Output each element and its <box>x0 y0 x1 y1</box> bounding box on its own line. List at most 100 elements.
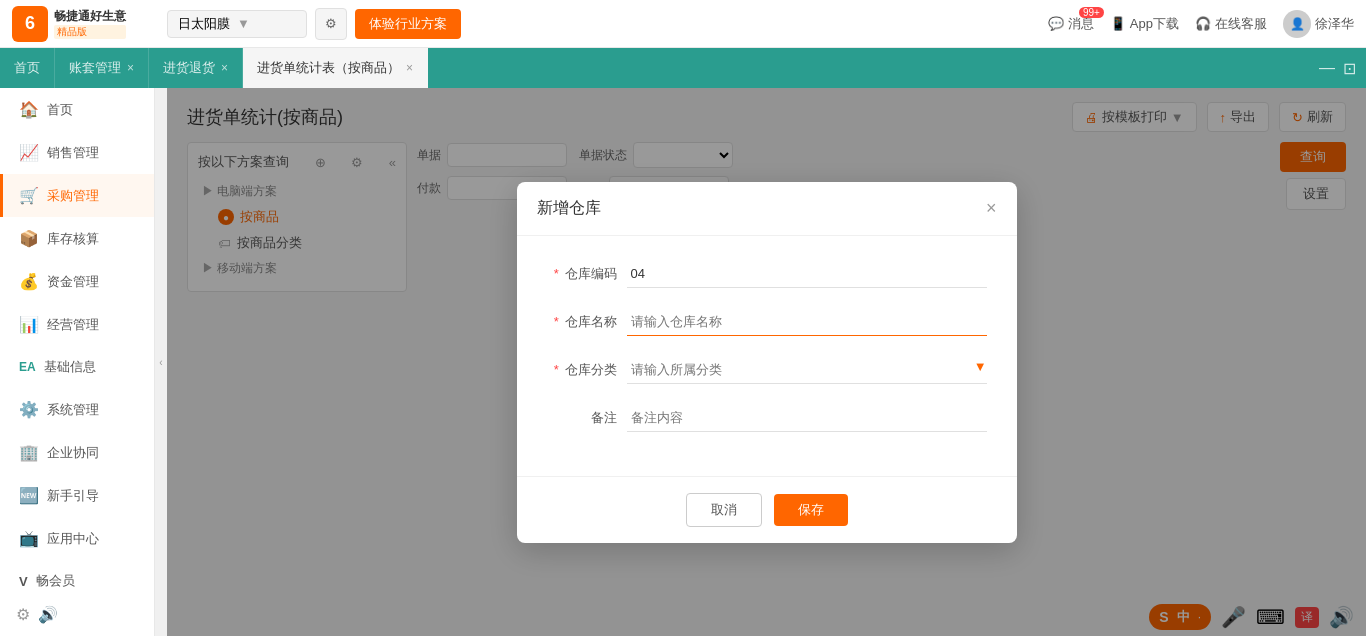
system-icon: ⚙️ <box>19 400 39 419</box>
modal-overlay[interactable]: 新增仓库 × * 仓库编码 * <box>167 88 1366 636</box>
tab-maximize-btn[interactable]: ⊡ <box>1343 59 1356 78</box>
tab-return[interactable]: 进货退货 × <box>149 48 243 88</box>
tab-return-label: 进货退货 <box>163 59 215 77</box>
type-select-row: ▼ <box>627 356 987 384</box>
required-mark-type: * <box>554 362 559 377</box>
main-layout: 🏠 首页 📈 销售管理 🛒 采购管理 📦 库存核算 💰 资金管理 📊 经营管理 … <box>0 88 1366 636</box>
type-label: * 仓库分类 <box>547 361 627 379</box>
online-service-item[interactable]: 🎧 在线客服 <box>1195 15 1267 33</box>
content-area: 进货单统计(按商品) 🖨 按模板打印 ▼ ↑ 导出 ↻ 刷新 <box>167 88 1366 636</box>
type-dropdown-arrow[interactable]: ▼ <box>974 359 987 374</box>
dialog-footer: 取消 保存 <box>517 476 1017 543</box>
stock-icon: 📦 <box>19 229 39 248</box>
code-label: * 仓库编码 <box>547 265 627 283</box>
tab-controls: — ⊡ <box>1309 48 1366 88</box>
sidebar-item-finance[interactable]: 💰 资金管理 <box>0 260 154 303</box>
sidebar-item-label: 销售管理 <box>47 144 99 162</box>
top-center: 日太阳膜 ▼ ⚙ 体验行业方案 <box>167 8 1048 40</box>
volume-icon[interactable]: 🔊 <box>38 605 58 624</box>
sidebar-item-label: 经营管理 <box>47 316 99 334</box>
sidebar-item-label: 系统管理 <box>47 401 99 419</box>
sidebar-item-label: 应用中心 <box>47 530 99 548</box>
name-input[interactable] <box>627 308 987 336</box>
dialog-header: 新增仓库 × <box>517 182 1017 236</box>
sales-icon: 📈 <box>19 143 39 162</box>
sidebar: 🏠 首页 📈 销售管理 🛒 采购管理 📦 库存核算 💰 资金管理 📊 经营管理 … <box>0 88 155 636</box>
sidebar-item-label: 采购管理 <box>47 187 99 205</box>
sidebar-item-home[interactable]: 🏠 首页 <box>0 88 154 131</box>
purchase-icon: 🛒 <box>19 186 39 205</box>
dialog-title: 新增仓库 <box>537 198 601 219</box>
store-dropdown-arrow: ▼ <box>237 16 296 31</box>
tab-stats-label: 进货单统计表（按商品） <box>257 59 400 77</box>
required-mark: * <box>554 266 559 281</box>
sidebar-item-label: 畅会员 <box>36 572 75 590</box>
gear-button[interactable]: ⚙ <box>315 8 347 40</box>
tab-account-label: 账套管理 <box>69 59 121 77</box>
tab-stats[interactable]: 进货单统计表（按商品） × <box>243 48 428 88</box>
message-badge: 99+ <box>1079 7 1104 18</box>
sidebar-item-stock[interactable]: 📦 库存核算 <box>0 217 154 260</box>
settings-bottom-icon[interactable]: ⚙ <box>16 605 30 624</box>
sidebar-item-basic[interactable]: EA 基础信息 <box>0 346 154 388</box>
form-row-code: * 仓库编码 <box>547 260 987 288</box>
type-input[interactable] <box>627 356 974 377</box>
sidebar-item-appcenter[interactable]: 📺 应用中心 <box>0 517 154 560</box>
sidebar-item-label: 新手引导 <box>47 487 99 505</box>
top-right: 💬 消息 99+ 📱 App下载 🎧 在线客服 👤 徐泽华 <box>1048 10 1354 38</box>
code-input[interactable] <box>627 260 987 288</box>
new-warehouse-dialog: 新增仓库 × * 仓库编码 * <box>517 182 1017 543</box>
tab-return-close[interactable]: × <box>221 61 228 75</box>
tab-minimize-btn[interactable]: — <box>1319 59 1335 77</box>
message-icon: 💬 <box>1048 16 1064 31</box>
sidebar-item-label: 基础信息 <box>44 358 96 376</box>
tab-stats-close[interactable]: × <box>406 61 413 75</box>
logo-icon: 6 <box>12 6 48 42</box>
member-icon: V <box>19 574 28 589</box>
enterprise-icon: 🏢 <box>19 443 39 462</box>
trial-button[interactable]: 体验行业方案 <box>355 9 461 39</box>
logo-area: 6 畅捷通好生意 精品版 <box>12 6 167 42</box>
appcenter-icon: 📺 <box>19 529 39 548</box>
avatar: 👤 <box>1283 10 1311 38</box>
required-mark-name: * <box>554 314 559 329</box>
sidebar-item-newbie[interactable]: 🆕 新手引导 <box>0 474 154 517</box>
app-icon: 📱 <box>1110 16 1126 31</box>
sidebar-item-enterprise[interactable]: 🏢 企业协同 <box>0 431 154 474</box>
newbie-icon: 🆕 <box>19 486 39 505</box>
sidebar-item-system[interactable]: ⚙️ 系统管理 <box>0 388 154 431</box>
cancel-button[interactable]: 取消 <box>686 493 762 527</box>
dialog-close-button[interactable]: × <box>986 198 997 219</box>
top-bar: 6 畅捷通好生意 精品版 日太阳膜 ▼ ⚙ 体验行业方案 💬 消息 99+ 📱 … <box>0 0 1366 48</box>
headphone-icon: 🎧 <box>1195 16 1211 31</box>
tab-home[interactable]: 首页 <box>0 48 55 88</box>
tab-bar: 首页 账套管理 × 进货退货 × 进货单统计表（按商品） × — ⊡ <box>0 48 1366 88</box>
home-icon: 🏠 <box>19 100 39 119</box>
app-download-item[interactable]: 📱 App下载 <box>1110 15 1179 33</box>
tab-account[interactable]: 账套管理 × <box>55 48 149 88</box>
store-selector[interactable]: 日太阳膜 ▼ <box>167 10 307 38</box>
tab-account-close[interactable]: × <box>127 61 134 75</box>
sidebar-item-operation[interactable]: 📊 经营管理 <box>0 303 154 346</box>
sidebar-item-label: 库存核算 <box>47 230 99 248</box>
dialog-body: * 仓库编码 * 仓库名称 <box>517 236 1017 476</box>
logo-text: 畅捷通好生意 精品版 <box>54 8 126 39</box>
finance-icon: 💰 <box>19 272 39 291</box>
sidebar-item-label: 企业协同 <box>47 444 99 462</box>
tab-home-label: 首页 <box>14 59 40 77</box>
tab-spacer <box>428 48 1309 88</box>
user-item[interactable]: 👤 徐泽华 <box>1283 10 1354 38</box>
name-label: * 仓库名称 <box>547 313 627 331</box>
sidebar-item-member[interactable]: V 畅会员 <box>0 560 154 602</box>
note-input[interactable] <box>627 404 987 432</box>
basic-icon: EA <box>19 360 36 374</box>
sidebar-item-sales[interactable]: 📈 销售管理 <box>0 131 154 174</box>
messages-item[interactable]: 💬 消息 99+ <box>1048 15 1094 33</box>
operation-icon: 📊 <box>19 315 39 334</box>
form-row-name: * 仓库名称 <box>547 308 987 336</box>
save-button[interactable]: 保存 <box>774 494 848 526</box>
sidebar-item-purchase[interactable]: 🛒 采购管理 <box>0 174 154 217</box>
sidebar-item-label: 资金管理 <box>47 273 99 291</box>
form-row-type: * 仓库分类 ▼ <box>547 356 987 384</box>
sidebar-collapse-btn[interactable]: ‹ <box>155 88 167 636</box>
